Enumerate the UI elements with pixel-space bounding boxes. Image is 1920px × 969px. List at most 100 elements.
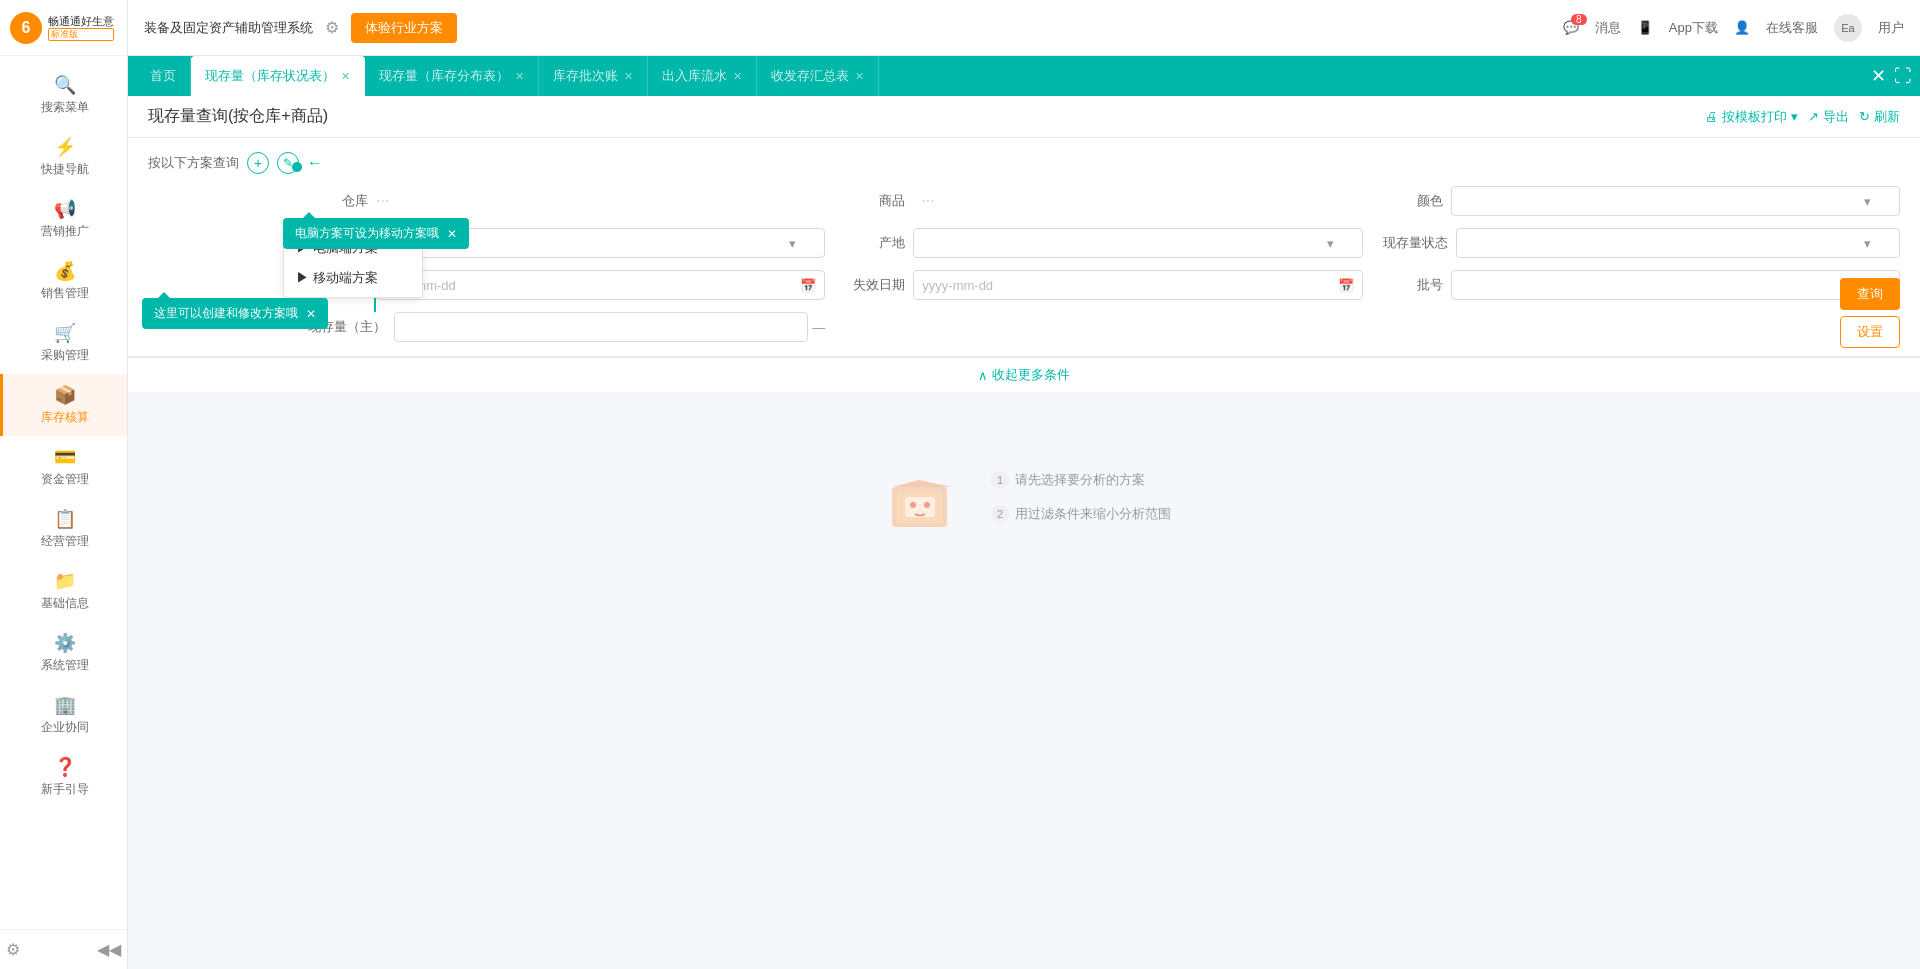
topbar-right: 💬 8 消息 📱 App下载 👤 在线客服 Ea 用户 — [1563, 14, 1904, 42]
batch-input[interactable] — [1451, 270, 1900, 300]
filter-row-3: 生产日期 yyyy-mm-dd 📅 失效日期 yyyy-mm-dd 📅 — [308, 270, 1900, 300]
collapse-icon[interactable]: ◀◀ — [97, 940, 121, 959]
filter-edit-button[interactable]: ✎ — [277, 152, 299, 174]
print-button[interactable]: 🖨 按模板打印 ▾ — [1705, 108, 1798, 126]
app-download-icon: 📱 — [1637, 20, 1653, 35]
product-more-icon[interactable]: ··· — [921, 192, 934, 210]
filter-label: 按以下方案查询 — [148, 154, 239, 172]
sidebar-nav: 🔍 搜索菜单 ⚡ 快捷导航 📢 营销推广 💰 销售管理 🛒 采购管理 📦 库存核… — [0, 56, 127, 929]
stock-status-select[interactable]: ▾ — [1456, 228, 1900, 258]
sidebar-item-quick[interactable]: ⚡ 快捷导航 — [0, 126, 127, 188]
refresh-icon: ↻ — [1859, 109, 1870, 124]
tab-inventory-dist[interactable]: 现存量（库存分布表） ✕ — [365, 56, 539, 96]
tab-home[interactable]: 首页 — [136, 56, 191, 96]
card-icon: 💳 — [54, 446, 76, 468]
sidebar-item-marketing[interactable]: 📢 营销推广 — [0, 188, 127, 250]
clipboard-icon: 📋 — [54, 508, 76, 530]
tab-batch[interactable]: 库存批次账 ✕ — [539, 56, 648, 96]
color-dropdown-arrow: ▾ — [1864, 194, 1871, 209]
refresh-button[interactable]: ↻ 刷新 — [1859, 108, 1900, 126]
sidebar: 6 畅通通好生意 标准版 🔍 搜索菜单 ⚡ 快捷导航 📢 营销推广 💰 销售管理… — [0, 0, 128, 969]
tab-receipt[interactable]: 收发存汇总表 ✕ — [757, 56, 879, 96]
page-title: 现存量查询(按仓库+商品) — [148, 106, 328, 127]
filter-stock-main-row: 现存量（主） — — [308, 312, 825, 342]
mobile-scheme-item[interactable]: ▶ 移动端方案 — [284, 263, 422, 293]
color-select[interactable]: ▾ — [1451, 186, 1900, 216]
export-button[interactable]: ↗ 导出 — [1808, 108, 1849, 126]
sidebar-item-purchase[interactable]: 🛒 采购管理 — [0, 312, 127, 374]
sidebar-item-basic[interactable]: 📁 基础信息 — [0, 560, 127, 622]
exp-date-calendar-icon[interactable]: 📅 — [1338, 278, 1354, 293]
svg-point-3 — [910, 502, 916, 508]
tab-close-batch[interactable]: ✕ — [624, 70, 633, 83]
color-select-wrap: ▾ — [1451, 186, 1900, 216]
online-support-icon: 👤 — [1734, 20, 1750, 35]
tab-expand-icon[interactable]: ⛶ — [1894, 66, 1912, 87]
collapse-bar[interactable]: ∧ 收起更多条件 — [128, 357, 1920, 392]
logo-text: 畅通通好生意 标准版 — [48, 14, 114, 42]
folder-icon: 📁 — [54, 570, 76, 592]
exp-date-input[interactable]: yyyy-mm-dd 📅 — [913, 270, 1362, 300]
prod-date-calendar-icon[interactable]: 📅 — [800, 278, 816, 293]
cart-icon: 🛒 — [54, 322, 76, 344]
sidebar-item-operation[interactable]: 📋 经营管理 — [0, 498, 127, 560]
search-icon: 🔍 — [54, 74, 76, 96]
trial-button[interactable]: 体验行业方案 — [351, 13, 457, 43]
tip-num-1: 1 — [991, 471, 1009, 489]
filter-wrapper: 按以下方案查询 + ✎ ← ▶ 电脑端方案 ▶ 移动端方案 — [128, 138, 1920, 392]
settings-query-button[interactable]: 设置 — [1840, 316, 1900, 348]
origin-select[interactable]: ▾ — [913, 228, 1362, 258]
message-icon[interactable]: 💬 8 — [1563, 20, 1579, 35]
sidebar-item-finance[interactable]: 💳 资金管理 — [0, 436, 127, 498]
sidebar-item-inventory[interactable]: 📦 库存核算 — [0, 374, 127, 436]
query-button[interactable]: 查询 — [1840, 278, 1900, 310]
tabbar-actions: ✕ ⛶ — [1871, 65, 1912, 87]
sidebar-bottom: ⚙ ◀◀ — [0, 929, 127, 969]
message-badge: 8 — [1571, 14, 1587, 25]
warehouse-label: 仓库 — [308, 192, 368, 210]
print-icon: 🖨 — [1705, 109, 1718, 124]
warehouse-more-icon[interactable]: ··· — [376, 192, 389, 210]
tab-close-all-icon[interactable]: ✕ — [1871, 65, 1886, 87]
tab-close-inventory-dist[interactable]: ✕ — [515, 70, 524, 83]
tab-close-inventory-status[interactable]: ✕ — [341, 70, 350, 83]
tip-text-2: 用过滤条件来缩小分析范围 — [1015, 501, 1171, 527]
tab-inventory-status[interactable]: 现存量（库存状况表） ✕ — [191, 56, 365, 96]
user-label[interactable]: 用户 — [1878, 19, 1904, 37]
settings-icon: ⚙️ — [54, 632, 76, 654]
topbar-left: 装备及固定资产辅助管理系统 ⚙ 体验行业方案 — [144, 13, 457, 43]
create-scheme-close[interactable]: ✕ — [306, 307, 316, 321]
app-download-label[interactable]: App下载 — [1669, 19, 1718, 37]
sidebar-item-search[interactable]: 🔍 搜索菜单 — [0, 64, 127, 126]
filter-section: 按以下方案查询 + ✎ ← ▶ 电脑端方案 ▶ 移动端方案 — [128, 138, 1920, 357]
sidebar-item-system[interactable]: ⚙️ 系统管理 — [0, 622, 127, 684]
size-dropdown-arrow: ▾ — [789, 236, 796, 251]
filter-add-button[interactable]: + — [247, 152, 269, 174]
tab-inout[interactable]: 出入库流水 ✕ — [648, 56, 757, 96]
sidebar-item-guide[interactable]: ❓ 新手引导 — [0, 746, 127, 808]
sidebar-item-enterprise[interactable]: 🏢 企业协同 — [0, 684, 127, 746]
money-icon: 💰 — [54, 260, 76, 282]
tab-close-receipt[interactable]: ✕ — [855, 70, 864, 83]
export-icon: ↗ — [1808, 109, 1819, 124]
origin-label: 产地 — [845, 234, 905, 252]
sidebar-item-sales[interactable]: 💰 销售管理 — [0, 250, 127, 312]
collapse-up-icon: ∧ — [978, 368, 988, 383]
avatar: Ea — [1834, 14, 1862, 42]
prod-date-input[interactable]: yyyy-mm-dd 📅 — [376, 270, 825, 300]
product-label: 商品 — [845, 192, 905, 210]
system-name: 装备及固定资产辅助管理系统 — [144, 19, 313, 37]
stock-main-min[interactable] — [394, 312, 808, 342]
tab-close-inout[interactable]: ✕ — [733, 70, 742, 83]
print-dropdown-icon: ▾ — [1791, 109, 1798, 124]
svg-rect-2 — [905, 497, 935, 517]
exp-date-label: 失效日期 — [845, 276, 905, 294]
settings-bottom-icon[interactable]: ⚙ — [6, 940, 20, 959]
filter-exp-date-row: 失效日期 yyyy-mm-dd 📅 — [845, 270, 1362, 300]
main-area: 装备及固定资产辅助管理系统 ⚙ 体验行业方案 💬 8 消息 📱 App下载 👤 … — [128, 0, 1920, 969]
filter-back-button[interactable]: ← — [307, 154, 323, 172]
filter-origin-row: 产地 ▾ — [845, 228, 1362, 258]
online-support-label[interactable]: 在线客服 — [1766, 19, 1818, 37]
scheme-tooltip-close[interactable]: ✕ — [447, 227, 457, 241]
topbar-settings-icon[interactable]: ⚙ — [325, 18, 339, 37]
